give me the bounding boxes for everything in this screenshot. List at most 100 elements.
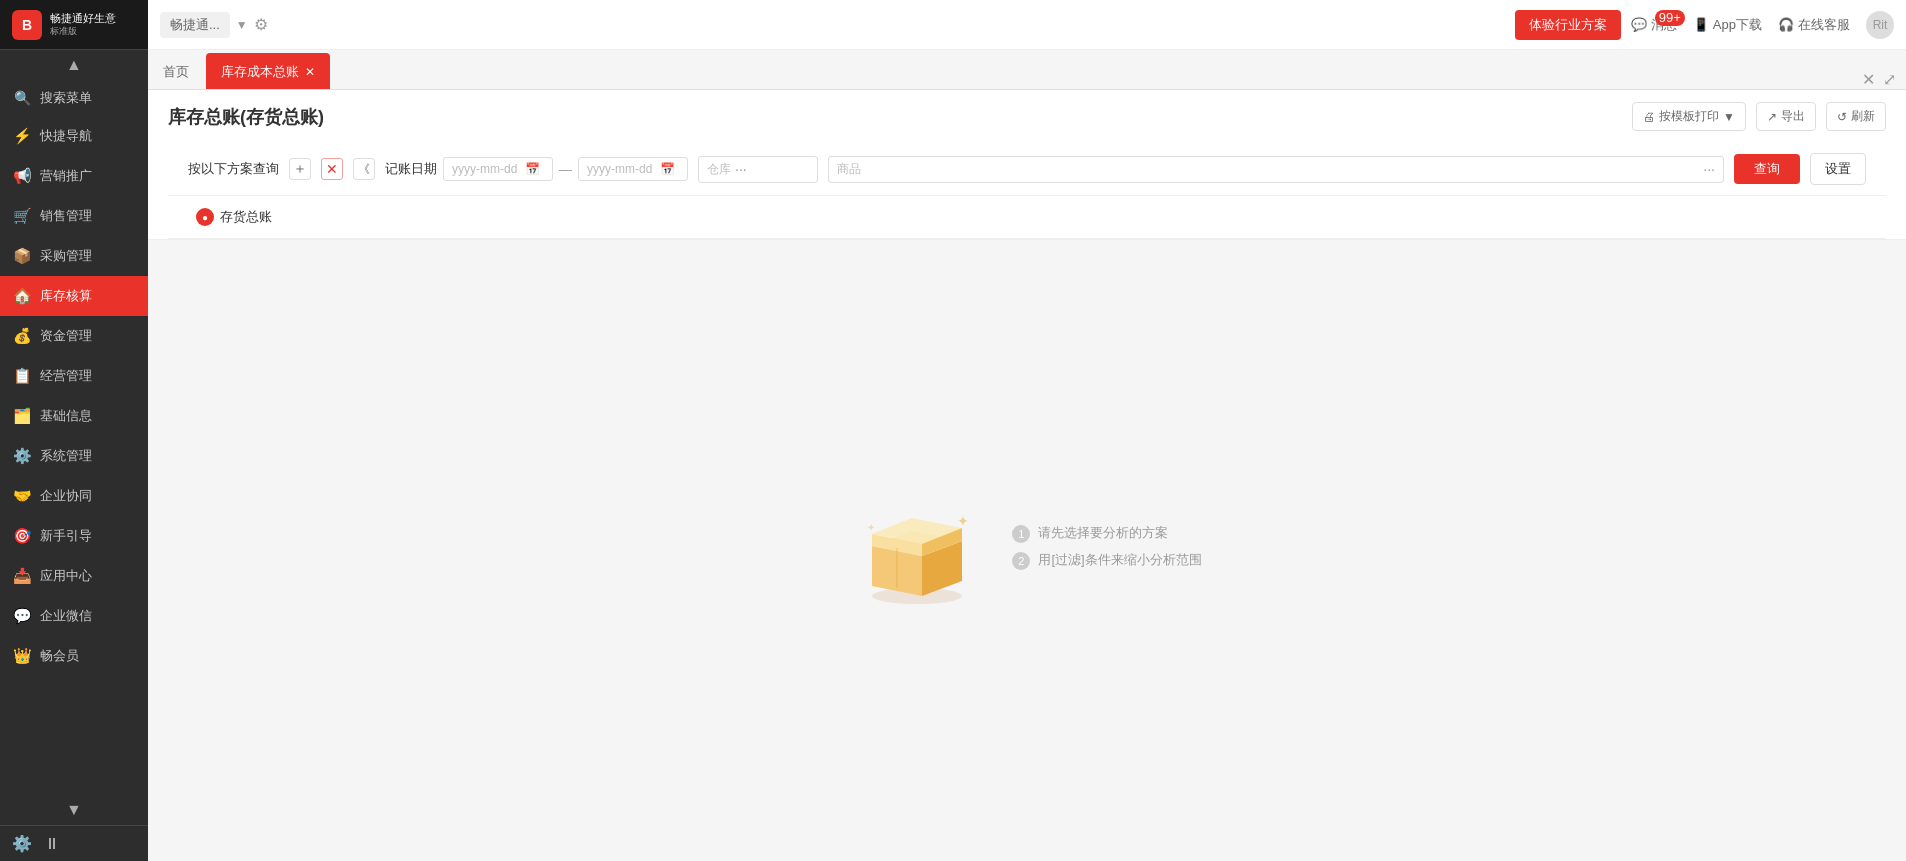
refresh-btn[interactable]: ↺ 刷新: [1826, 102, 1886, 131]
sidebar-item-label: 采购管理: [40, 247, 92, 265]
page-content: 库存总账(存货总账) 🖨 按模板打印 ▼ ↗ 导出 ↺ 刷新: [148, 90, 1906, 861]
settings-btn[interactable]: 设置: [1810, 153, 1866, 185]
sidebar-item-label: 新手引导: [40, 527, 92, 545]
product-filter[interactable]: 商品 ···: [828, 156, 1724, 183]
member-icon: 👑: [12, 646, 32, 666]
industry-btn[interactable]: 体验行业方案: [1515, 10, 1621, 40]
message-icon: 💬: [1631, 17, 1647, 32]
sidebar-scroll-up[interactable]: ▲: [62, 52, 86, 78]
sidebar-item-basic[interactable]: 🗂️ 基础信息: [0, 396, 148, 436]
quick-nav-icon: ⚡: [12, 126, 32, 146]
sidebar-scroll-down[interactable]: ▼: [62, 797, 86, 823]
settings-icon[interactable]: ⚙️: [12, 834, 32, 853]
empty-area: ✦ ✦ 1 请先选择要分析的方案 2 用[过滤]条件来缩小分析范围: [148, 240, 1906, 861]
scheme-item-inventory-ledger[interactable]: ● 存货总账: [188, 204, 280, 230]
online-service-btn[interactable]: 🎧 在线客服: [1778, 16, 1850, 34]
app-name: 畅捷通好生意: [50, 11, 116, 25]
topbar-breadcrumb: 畅捷通... ▼ ⚙: [160, 12, 1505, 38]
template-print-btn[interactable]: 🖨 按模板打印 ▼: [1632, 102, 1746, 131]
calendar-icon[interactable]: 📅: [525, 162, 540, 176]
sidebar-item-label: 畅会员: [40, 647, 79, 665]
breadcrumb-dropdown-icon[interactable]: ▼: [236, 18, 248, 32]
date-start-input[interactable]: yyyy-mm-dd 📅: [443, 157, 553, 181]
app-download-btn[interactable]: 📱 App下载: [1693, 16, 1762, 34]
empty-step-2: 2 用[过滤]条件来缩小分析范围: [1012, 551, 1201, 570]
search-icon: 🔍: [12, 88, 32, 108]
printer-icon: 🖨: [1643, 110, 1655, 124]
filter-date-group: 记账日期 yyyy-mm-dd 📅 — yyyy-mm-dd 📅: [385, 157, 688, 181]
sales-icon: 🛒: [12, 206, 32, 226]
sidebar-item-marketing[interactable]: 📢 营销推广: [0, 156, 148, 196]
sidebar-item-label: 销售管理: [40, 207, 92, 225]
filter-bar: 按以下方案查询 ＋ ✕ 《 记账日期 yyyy-mm-dd 📅 — yyyy-m…: [168, 143, 1886, 196]
sidebar-item-label: 快捷导航: [40, 127, 92, 145]
message-btn[interactable]: 💬 消息 99+: [1631, 16, 1677, 34]
sidebar-search[interactable]: 🔍 搜索菜单: [0, 80, 148, 116]
sidebar-item-guide[interactable]: 🎯 新手引导: [0, 516, 148, 556]
sidebar-item-label: 企业微信: [40, 607, 92, 625]
sidebar-item-apps[interactable]: 📥 应用中心: [0, 556, 148, 596]
sidebar-item-wechat[interactable]: 💬 企业微信: [0, 596, 148, 636]
tab-home[interactable]: 首页: [148, 53, 204, 89]
logo-text-group: 畅捷通好生意 标准版: [50, 11, 116, 38]
page-actions: 🖨 按模板打印 ▼ ↗ 导出 ↺ 刷新: [1632, 102, 1886, 131]
date-separator: —: [559, 162, 572, 177]
warehouse-filter[interactable]: 仓库 ···: [698, 156, 818, 183]
date-start-placeholder: yyyy-mm-dd: [452, 162, 517, 176]
scheme-bar: ● 存货总账: [168, 196, 1886, 239]
topbar: 畅捷通... ▼ ⚙ 体验行业方案 💬 消息 99+ 📱 App下载 🎧 在线客…: [148, 0, 1906, 50]
empty-illustration: ✦ ✦: [852, 486, 982, 616]
apps-icon: 📥: [12, 566, 32, 586]
phone-icon: 📱: [1693, 17, 1709, 32]
filter-del-btn[interactable]: ✕: [321, 158, 343, 180]
wechat-icon: 💬: [12, 606, 32, 626]
empty-inner: ✦ ✦ 1 请先选择要分析的方案 2 用[过滤]条件来缩小分析范围: [852, 486, 1201, 616]
sidebar-item-quick-nav[interactable]: ⚡ 快捷导航: [0, 116, 148, 156]
sidebar-menu: ⚡ 快捷导航 📢 营销推广 🛒 销售管理 📦 采购管理 🏠 库存核算 💰 资金管…: [0, 116, 148, 795]
warehouse-label: 仓库: [707, 161, 731, 178]
tab-right-icons: ✕ ⤢: [1862, 70, 1906, 89]
sidebar-item-label: 营销推广: [40, 167, 92, 185]
warehouse-more-icon[interactable]: ···: [735, 161, 747, 177]
tab-close-icon[interactable]: ✕: [305, 65, 315, 79]
sidebar-item-purchase[interactable]: 📦 采购管理: [0, 236, 148, 276]
query-btn[interactable]: 查询: [1734, 154, 1800, 184]
sidebar-item-member[interactable]: 👑 畅会员: [0, 636, 148, 676]
sidebar-search-label: 搜索菜单: [40, 89, 92, 107]
sidebar-item-label: 应用中心: [40, 567, 92, 585]
sidebar-item-system[interactable]: ⚙️ 系统管理: [0, 436, 148, 476]
sidebar-item-label: 库存核算: [40, 287, 92, 305]
filter-collapse-btn[interactable]: 《: [353, 158, 375, 180]
page-header: 库存总账(存货总账) 🖨 按模板打印 ▼ ↗ 导出 ↺ 刷新: [148, 90, 1906, 240]
enterprise-icon: 🤝: [12, 486, 32, 506]
dropdown-icon: ▼: [1723, 110, 1735, 124]
tab-close-all-icon[interactable]: ✕: [1862, 70, 1875, 89]
sidebar-item-sales[interactable]: 🛒 销售管理: [0, 196, 148, 236]
step-2-num: 2: [1012, 552, 1030, 570]
topbar-settings-icon[interactable]: ⚙: [254, 15, 268, 34]
operation-icon: 📋: [12, 366, 32, 386]
sidebar-item-finance[interactable]: 💰 资金管理: [0, 316, 148, 356]
sidebar-item-label: 经营管理: [40, 367, 92, 385]
date-end-input[interactable]: yyyy-mm-dd 📅: [578, 157, 688, 181]
page-title-row: 库存总账(存货总账) 🖨 按模板打印 ▼ ↗ 导出 ↺ 刷新: [168, 102, 1886, 131]
step-1-num: 1: [1012, 525, 1030, 543]
tab-expand-icon[interactable]: ⤢: [1883, 70, 1896, 89]
empty-text-area: 1 请先选择要分析的方案 2 用[过滤]条件来缩小分析范围: [1012, 524, 1201, 578]
sound-icon[interactable]: ⏸: [44, 835, 60, 853]
finance-icon: 💰: [12, 326, 32, 346]
user-avatar[interactable]: Rit: [1866, 11, 1894, 39]
sidebar-item-operation[interactable]: 📋 经营管理: [0, 356, 148, 396]
export-icon: ↗: [1767, 110, 1777, 124]
product-more-icon[interactable]: ···: [1703, 161, 1715, 177]
filter-add-btn[interactable]: ＋: [289, 158, 311, 180]
app-edition: 标准版: [50, 25, 116, 38]
sidebar-item-inventory[interactable]: 🏠 库存核算: [0, 276, 148, 316]
export-btn[interactable]: ↗ 导出: [1756, 102, 1816, 131]
sidebar-item-enterprise[interactable]: 🤝 企业协同: [0, 476, 148, 516]
basic-icon: 🗂️: [12, 406, 32, 426]
scheme-label: 存货总账: [220, 208, 272, 226]
tab-inventory-ledger[interactable]: 库存成本总账 ✕: [206, 53, 330, 89]
sidebar-item-label: 基础信息: [40, 407, 92, 425]
calendar-icon-end[interactable]: 📅: [660, 162, 675, 176]
